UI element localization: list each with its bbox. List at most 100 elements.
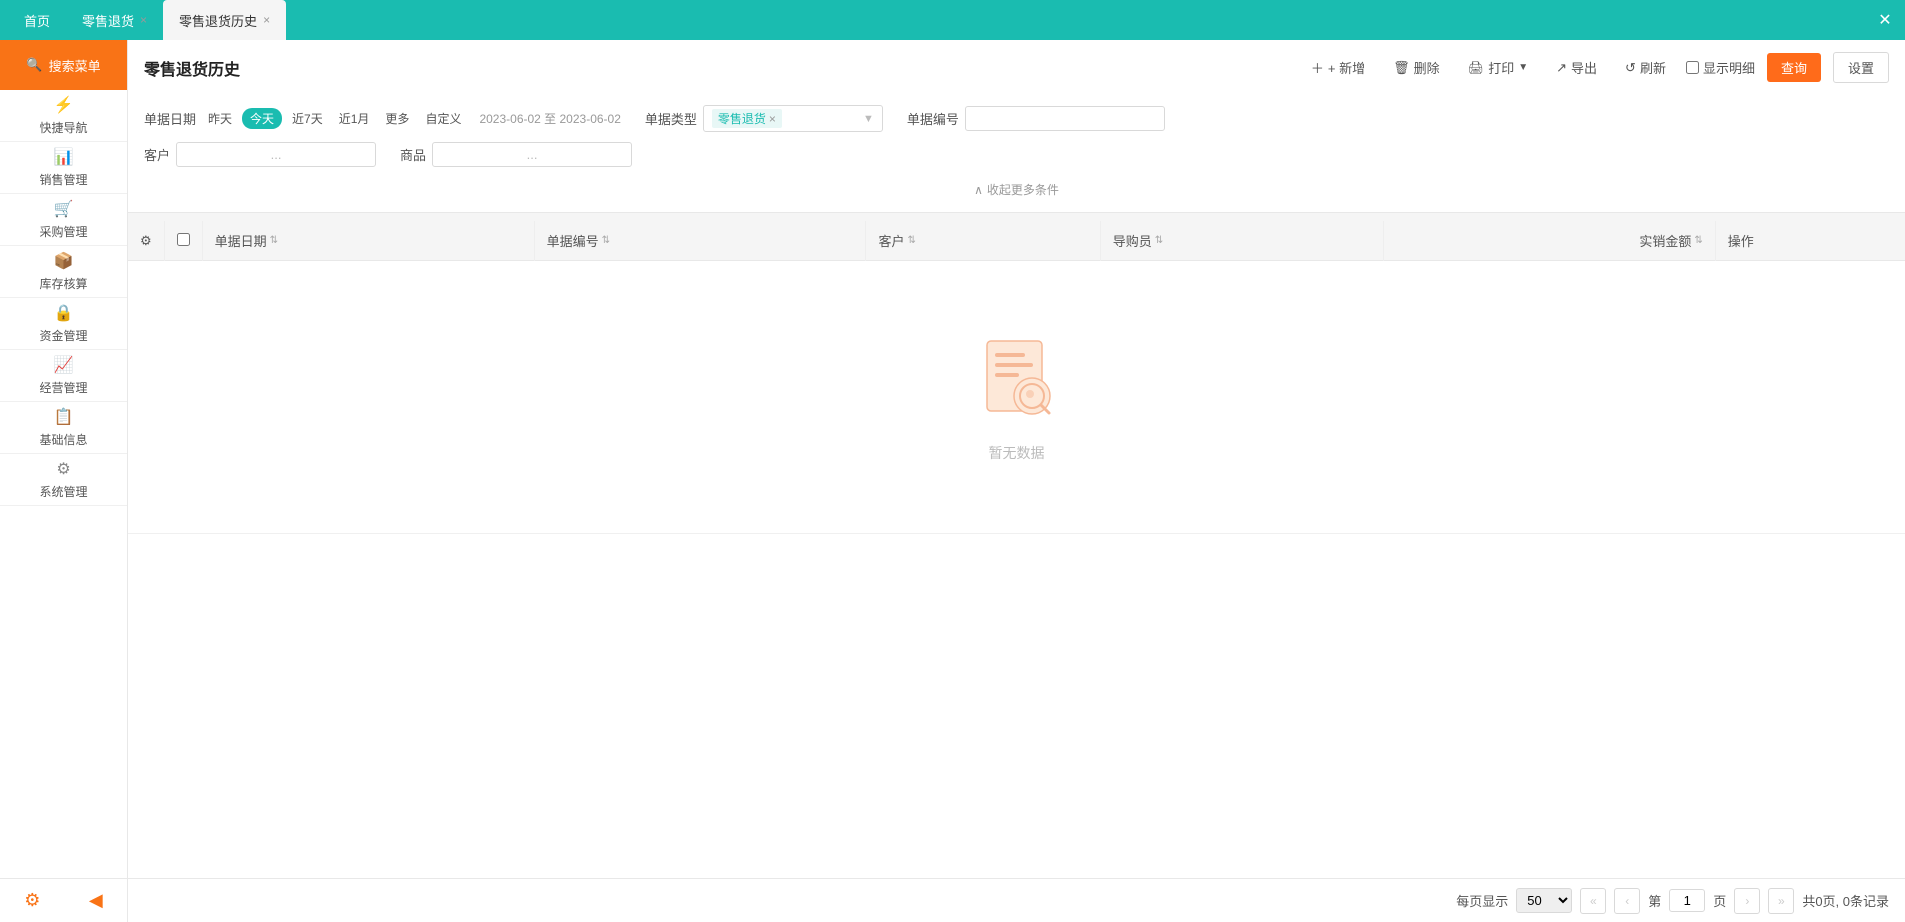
sidebar-item-basic-info-label: 基础信息 — [39, 431, 87, 448]
tab-bar: 首页 零售退货 × 零售退货历史 × — [8, 0, 1865, 40]
sidebar-item-sales-mgmt-label: 销售管理 — [39, 171, 87, 188]
delete-button[interactable]: 🗑 删除 — [1385, 54, 1448, 81]
sidebar-item-finance[interactable]: 🔒 资金管理 — [0, 298, 127, 350]
next-page-button[interactable]: › — [1734, 888, 1760, 914]
operations-icon: 📈 — [54, 355, 74, 375]
table-container: ⚙ 单据日期 ⇅ 单据编号 — [128, 221, 1905, 878]
collapse-label: 收起更多条件 — [987, 181, 1059, 198]
delete-icon: 🗑 — [1393, 60, 1410, 76]
type-filter-label: 单据类型 — [645, 109, 697, 128]
filter-row-2: 客户 ... 商品 ... — [144, 142, 1889, 167]
settings-bottom-icon[interactable]: ⚙ — [24, 890, 40, 911]
empty-state: 暂无数据 — [140, 271, 1893, 523]
collapse-icon: ∧ — [974, 183, 983, 197]
export-icon: ↗ — [1556, 60, 1567, 76]
sidebar-item-purchase-mgmt[interactable]: 🛒 采购管理 — [0, 194, 127, 246]
page-size-label: 每页显示 — [1456, 891, 1508, 910]
prev-page-button[interactable]: ‹ — [1614, 888, 1640, 914]
system-mgmt-icon: ⚙ — [56, 459, 70, 479]
column-setting-icon[interactable]: ⚙ — [140, 233, 152, 248]
refresh-button[interactable]: ↺ 刷新 — [1617, 54, 1674, 81]
sidebar-item-basic-info[interactable]: 📋 基础信息 — [0, 402, 127, 454]
col-number[interactable]: 单据编号 ⇅ — [534, 221, 866, 261]
date-btn-custom[interactable]: 自定义 — [419, 108, 467, 129]
type-select[interactable]: 零售退货 × ▼ — [703, 105, 883, 132]
table-header: ⚙ 单据日期 ⇅ 单据编号 — [128, 221, 1905, 261]
col-customer[interactable]: 客户 ⇅ — [866, 221, 1100, 261]
new-button[interactable]: ＋ + 新增 — [1303, 54, 1373, 81]
data-table: ⚙ 单据日期 ⇅ 单据编号 — [128, 221, 1905, 534]
empty-state-text: 暂无数据 — [989, 443, 1045, 463]
current-page-input[interactable] — [1669, 889, 1705, 912]
col-number-sort-icon: ⇅ — [602, 235, 610, 246]
select-all-checkbox[interactable] — [177, 233, 190, 246]
filter-number: 单据编号 — [907, 106, 1165, 131]
date-buttons: 昨天 今天 近7天 近1月 更多 自定义 — [202, 108, 467, 129]
page-word: 第 — [1648, 891, 1661, 910]
first-page-button[interactable]: « — [1580, 888, 1606, 914]
col-customer-sort-icon: ⇅ — [907, 235, 915, 246]
page-unit: 页 — [1713, 891, 1726, 910]
date-btn-yesterday[interactable]: 昨天 — [202, 108, 238, 129]
customer-filter-input[interactable]: ... — [176, 142, 376, 167]
col-number-label: 单据编号 — [547, 231, 599, 250]
sidebar-item-sales-mgmt[interactable]: 📊 销售管理 — [0, 142, 127, 194]
goods-filter-input[interactable]: ... — [432, 142, 632, 167]
settings-button[interactable]: 设置 — [1833, 52, 1889, 83]
date-filter-label: 单据日期 — [144, 109, 196, 128]
window-close-button[interactable]: ✕ — [1865, 0, 1905, 40]
col-date-label: 单据日期 — [215, 231, 267, 250]
date-btn-more[interactable]: 更多 — [379, 108, 415, 129]
tab-retail-return-history[interactable]: 零售退货历史 × — [163, 0, 286, 40]
col-guide-label: 导购员 — [1113, 231, 1152, 250]
sidebar: 🔍 搜索菜单 ⚡ 快捷导航 📊 销售管理 🛒 采购管理 📦 库存核算 🔒 — [0, 40, 128, 922]
date-range-display: 2023-06-02 至 2023-06-02 — [479, 110, 620, 127]
main-layout: 🔍 搜索菜单 ⚡ 快捷导航 📊 销售管理 🛒 采购管理 📦 库存核算 🔒 — [0, 40, 1905, 922]
query-button[interactable]: 查询 — [1767, 53, 1821, 82]
inventory-icon: 📦 — [54, 251, 74, 271]
type-tag: 零售退货 × — [712, 109, 782, 128]
sidebar-bottom: ⚙ ◀ — [0, 878, 127, 922]
page-title: 零售退货历史 — [144, 56, 240, 80]
empty-state-cell: 暂无数据 — [128, 261, 1905, 534]
export-button[interactable]: ↗ 导出 — [1548, 54, 1605, 81]
page-size-select[interactable]: 20 50 100 — [1516, 888, 1572, 913]
sidebar-item-operations[interactable]: 📈 经营管理 — [0, 350, 127, 402]
sidebar-item-inventory[interactable]: 📦 库存核算 — [0, 246, 127, 298]
last-page-button[interactable]: » — [1768, 888, 1794, 914]
tab-retail-return-history-close[interactable]: × — [263, 13, 270, 27]
date-btn-7days[interactable]: 近7天 — [286, 108, 329, 129]
col-setting[interactable]: ⚙ — [128, 221, 164, 261]
content-area: 零售退货历史 ＋ + 新增 🗑 删除 🖨 打印 ▼ — [128, 40, 1905, 922]
print-dropdown-icon: ▼ — [1518, 62, 1528, 73]
print-icon: 🖨 — [1468, 60, 1485, 76]
sidebar-item-quick-nav-label: 快捷导航 — [39, 119, 87, 136]
sidebar-search-label: 搜索菜单 — [49, 56, 101, 75]
print-button[interactable]: 🖨 打印 ▼ — [1460, 54, 1536, 81]
filter-row-1: 单据日期 昨天 今天 近7天 近1月 更多 自定义 2023-06-02 至 2… — [144, 105, 1889, 132]
sidebar-item-system-mgmt[interactable]: ⚙ 系统管理 — [0, 454, 127, 506]
tab-home-label: 首页 — [24, 11, 50, 30]
sidebar-item-quick-nav[interactable]: ⚡ 快捷导航 — [0, 90, 127, 142]
show-detail-checkbox[interactable] — [1686, 61, 1699, 74]
col-guide-sort-icon: ⇅ — [1155, 235, 1163, 246]
col-date[interactable]: 单据日期 ⇅ — [202, 221, 534, 261]
date-btn-1month[interactable]: 近1月 — [333, 108, 376, 129]
collapse-button[interactable]: ∧ 收起更多条件 — [958, 177, 1075, 202]
col-amount[interactable]: 实销金额 ⇅ — [1383, 221, 1715, 261]
col-guide[interactable]: 导购员 ⇅ — [1100, 221, 1383, 261]
collapse-sidebar-icon[interactable]: ◀ — [89, 890, 103, 911]
col-checkbox[interactable] — [164, 221, 202, 261]
tab-home[interactable]: 首页 — [8, 0, 66, 40]
sidebar-search[interactable]: 🔍 搜索菜单 — [0, 40, 127, 90]
number-filter-input[interactable] — [965, 106, 1165, 131]
tab-retail-return-close[interactable]: × — [140, 13, 147, 27]
show-detail-toggle[interactable]: 显示明细 — [1686, 58, 1755, 77]
type-tag-close[interactable]: × — [769, 112, 776, 126]
purchase-mgmt-icon: 🛒 — [54, 199, 74, 219]
pagination-bar: 每页显示 20 50 100 « ‹ 第 页 › » 共0页, 0条记录 — [128, 878, 1905, 922]
new-icon: ＋ — [1311, 58, 1324, 77]
tab-retail-return[interactable]: 零售退货 × — [66, 0, 163, 40]
goods-filter-label: 商品 — [400, 145, 426, 164]
date-btn-today[interactable]: 今天 — [242, 108, 282, 129]
